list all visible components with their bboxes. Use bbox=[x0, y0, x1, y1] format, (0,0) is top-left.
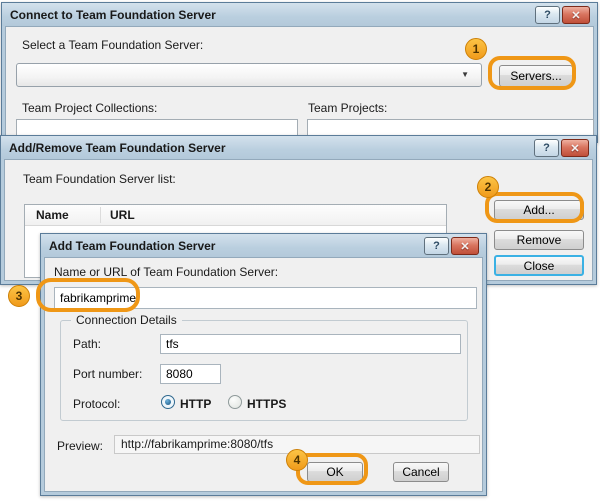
add-server-dialog-titlebar[interactable]: Add Team Foundation Server ? ✕ bbox=[41, 234, 486, 257]
addremove-dialog-title: Add/Remove Team Foundation Server bbox=[9, 140, 226, 155]
callout-badge-1: 1 bbox=[465, 38, 487, 60]
close-icon[interactable]: ✕ bbox=[562, 6, 590, 24]
projects-label: Team Projects: bbox=[308, 101, 388, 115]
add-server-dialog: Add Team Foundation Server ? ✕ Name or U… bbox=[40, 233, 487, 496]
name-or-url-label: Name or URL of Team Foundation Server: bbox=[54, 265, 279, 279]
http-radio-label[interactable]: HTTP bbox=[180, 397, 211, 411]
addremove-dialog-titlebar[interactable]: Add/Remove Team Foundation Server ? ✕ bbox=[1, 136, 596, 159]
remove-button-label: Remove bbox=[516, 233, 562, 247]
path-label: Path: bbox=[73, 337, 102, 351]
server-list-header: Name URL bbox=[25, 205, 446, 226]
callout-ring-servers bbox=[488, 56, 576, 90]
remove-button[interactable]: Remove bbox=[494, 230, 584, 250]
https-radio-label[interactable]: HTTPS bbox=[247, 397, 286, 411]
callout-badge-2: 2 bbox=[477, 176, 499, 198]
callout-badge-3: 3 bbox=[8, 285, 30, 307]
server-list-label: Team Foundation Server list: bbox=[23, 172, 176, 186]
close-button[interactable]: Close bbox=[494, 255, 584, 276]
connect-dialog-titlebar[interactable]: Connect to Team Foundation Server ? ✕ bbox=[2, 3, 597, 26]
close-button-label: Close bbox=[523, 258, 555, 273]
help-icon[interactable]: ? bbox=[424, 237, 449, 255]
column-header-url[interactable]: URL bbox=[110, 208, 135, 222]
server-combobox[interactable]: ▼ bbox=[16, 63, 482, 87]
cancel-button[interactable]: Cancel bbox=[393, 462, 449, 482]
add-server-dialog-title: Add Team Foundation Server bbox=[49, 238, 216, 253]
close-icon[interactable]: ✕ bbox=[451, 237, 479, 255]
close-icon[interactable]: ✕ bbox=[561, 139, 589, 157]
column-divider[interactable] bbox=[100, 207, 101, 223]
port-number-input[interactable] bbox=[160, 364, 221, 384]
select-server-label: Select a Team Foundation Server: bbox=[22, 38, 204, 52]
callout-badge-4: 4 bbox=[286, 449, 308, 471]
connect-dialog-title: Connect to Team Foundation Server bbox=[10, 7, 216, 22]
path-input[interactable] bbox=[160, 334, 461, 354]
screenshot-stage: Connect to Team Foundation Server ? ✕ Se… bbox=[0, 0, 600, 503]
preview-label: Preview: bbox=[57, 439, 104, 453]
help-icon[interactable]: ? bbox=[534, 139, 559, 157]
https-radio[interactable] bbox=[228, 395, 242, 409]
protocol-label: Protocol: bbox=[73, 397, 121, 411]
callout-ring-add bbox=[485, 192, 584, 223]
http-radio[interactable] bbox=[161, 395, 175, 409]
chevron-down-icon: ▼ bbox=[461, 69, 469, 79]
cancel-button-label: Cancel bbox=[402, 465, 440, 479]
collections-label: Team Project Collections: bbox=[22, 101, 158, 115]
callout-ring-name-input bbox=[36, 278, 140, 312]
column-header-name[interactable]: Name bbox=[36, 208, 69, 222]
port-number-label: Port number: bbox=[73, 367, 143, 381]
connection-details-groupbox: Connection Details Path: Port number: Pr… bbox=[60, 313, 468, 421]
connection-details-legend: Connection Details bbox=[71, 313, 182, 327]
help-icon[interactable]: ? bbox=[535, 6, 560, 24]
